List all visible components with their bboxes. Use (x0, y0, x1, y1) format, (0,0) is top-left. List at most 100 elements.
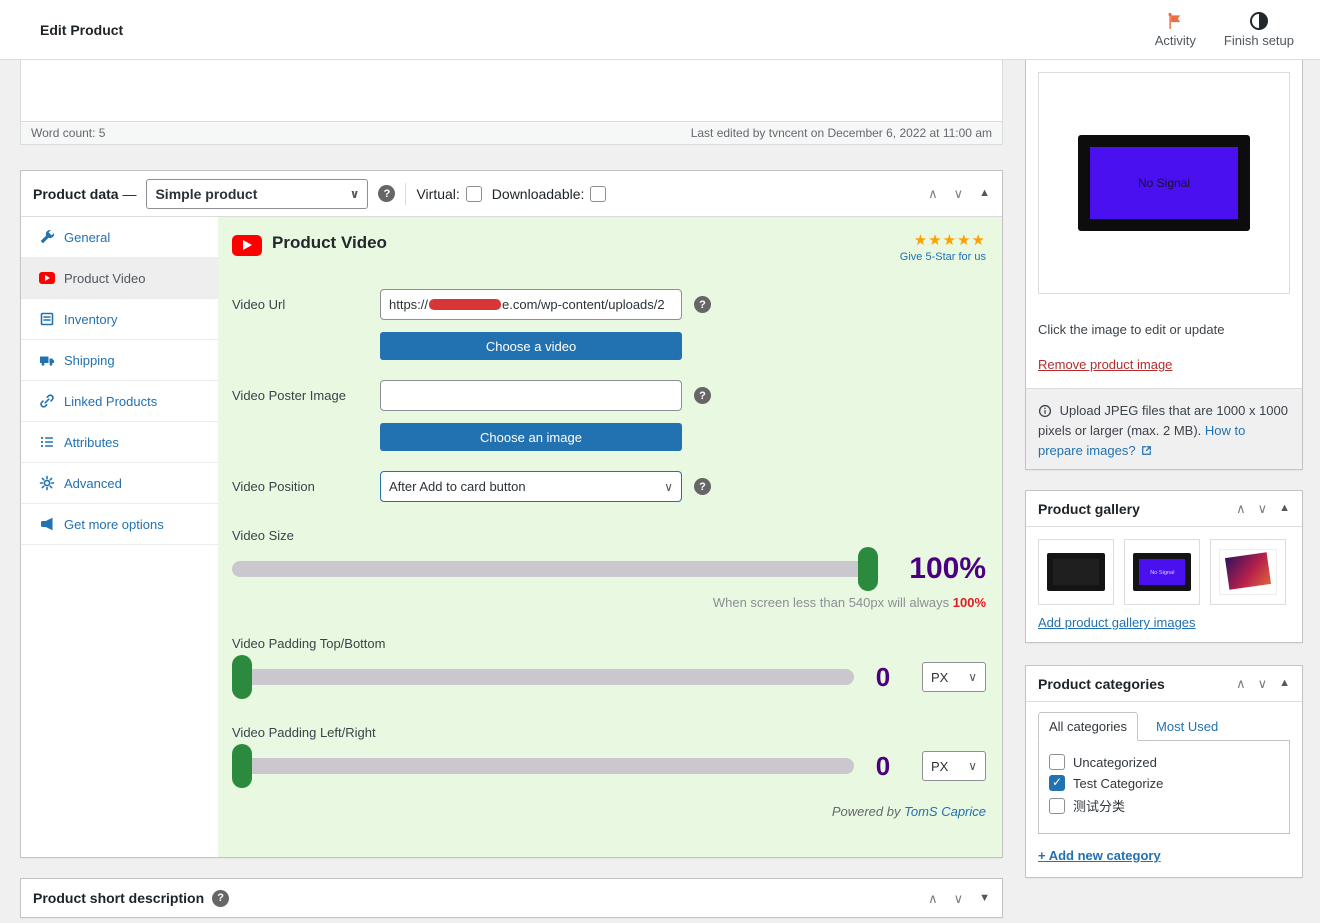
add-gallery-images-link[interactable]: Add product gallery images (1038, 615, 1196, 630)
tab-inventory[interactable]: Inventory (21, 299, 218, 340)
collapse-icon[interactable]: ▲ (979, 188, 990, 199)
main-column: Word count: 5 Last edited by tvncent on … (20, 60, 1003, 918)
word-count: Word count: 5 (31, 126, 106, 140)
topbar-actions: Activity Finish setup (1155, 11, 1294, 48)
gallery-thumbnails: No Signal (1038, 539, 1290, 605)
move-down-icon[interactable]: ∨ (1258, 502, 1268, 515)
category-item[interactable]: Test Categorize (1049, 775, 1279, 791)
size-note: When screen less than 540px will always … (712, 595, 986, 610)
choose-video-button[interactable]: Choose a video (380, 332, 682, 360)
no-signal-thumbnail: No Signal (1139, 559, 1185, 585)
activity-label: Activity (1154, 32, 1196, 48)
slider-track[interactable] (232, 669, 854, 685)
help-icon[interactable]: ? (694, 478, 711, 495)
slider-handle[interactable] (232, 655, 252, 699)
category-tabs: All categories Most Used (1038, 712, 1290, 741)
finish-setup-button[interactable]: Finish setup (1224, 11, 1294, 48)
wrench-icon (40, 229, 55, 244)
panel-controls: ∧ ∨ ▼ (928, 892, 990, 905)
rating-block: ★★★★★ Give 5-Star for us (900, 233, 986, 263)
category-checkbox[interactable] (1049, 754, 1065, 770)
category-checkbox[interactable] (1049, 797, 1065, 814)
product-data-dash: — (122, 185, 137, 202)
move-down-icon[interactable]: ∨ (954, 187, 964, 200)
help-icon[interactable]: ? (694, 387, 711, 404)
move-down-icon[interactable]: ∨ (954, 892, 964, 905)
product-image[interactable]: No Signal (1038, 72, 1290, 294)
upload-note: Upload JPEG files that are 1000 x 1000 p… (1026, 388, 1302, 469)
list-icon (40, 436, 53, 448)
virtual-checkbox[interactable] (465, 185, 482, 202)
tab-most-used[interactable]: Most Used (1152, 713, 1222, 740)
product-type-select[interactable]: Simple product ∨ (146, 178, 369, 209)
tab-all-categories[interactable]: All categories (1038, 712, 1139, 741)
help-icon[interactable]: ? (694, 296, 711, 313)
collapse-icon[interactable]: ▲ (1279, 678, 1290, 689)
product-gallery-title: Product gallery (1038, 500, 1140, 517)
product-data-panel: Product data — Simple product ∨ ? Virtua… (20, 170, 1003, 858)
slider-track[interactable] (232, 561, 878, 577)
padding-lr-unit-select[interactable]: PX ∨ (922, 751, 986, 781)
move-up-icon[interactable]: ∧ (928, 187, 938, 200)
tab-product-video[interactable]: Product Video (21, 258, 218, 299)
tab-linked-products[interactable]: Linked Products (21, 381, 218, 422)
tv-thumbnail (1047, 553, 1105, 591)
tab-advanced[interactable]: Advanced (21, 463, 218, 504)
category-item[interactable]: 测试分类 (1049, 796, 1279, 815)
no-signal-text: No Signal (1137, 176, 1191, 190)
padding-lr-slider[interactable] (232, 744, 854, 788)
product-data-body: General Product Video Inventory Shipping… (21, 217, 1002, 857)
padding-tb-unit-select[interactable]: PX ∨ (922, 662, 986, 692)
gallery-thumbnail[interactable] (1038, 539, 1114, 605)
editor-area[interactable]: Word count: 5 Last edited by tvncent on … (20, 60, 1003, 145)
video-size-slider[interactable] (232, 547, 878, 591)
add-new-category-link[interactable]: + Add new category (1038, 848, 1161, 863)
virtual-label: Virtual: (416, 185, 482, 202)
remove-product-image-link[interactable]: Remove product image (1038, 357, 1172, 372)
product-categories-title: Product categories (1038, 675, 1165, 692)
move-up-icon[interactable]: ∧ (1236, 502, 1246, 515)
give-five-star-link[interactable]: Give 5-Star for us (900, 251, 986, 263)
video-url-label: Video Url (232, 297, 286, 312)
activity-button[interactable]: Activity (1155, 12, 1196, 48)
tab-get-more-options[interactable]: Get more options (21, 504, 218, 545)
slider-track[interactable] (232, 758, 854, 774)
category-list[interactable]: Uncategorized Test Categorize 测试分类 (1038, 740, 1290, 834)
tab-attributes[interactable]: Attributes (21, 422, 218, 463)
choose-image-button[interactable]: Choose an image (380, 423, 682, 451)
toms-caprice-link[interactable]: TomS Caprice (904, 804, 986, 819)
slider-handle[interactable] (858, 547, 878, 591)
gallery-thumbnail[interactable] (1210, 539, 1286, 605)
video-position-select[interactable]: After Add to card button ∨ (380, 471, 682, 502)
collapse-icon[interactable]: ▲ (1279, 503, 1290, 514)
help-icon[interactable]: ? (378, 185, 396, 202)
move-up-icon[interactable]: ∧ (1236, 677, 1246, 690)
move-up-icon[interactable]: ∧ (928, 892, 938, 905)
product-data-tabs: General Product Video Inventory Shipping… (21, 217, 218, 857)
product-data-title-text: Product data (33, 185, 119, 202)
product-gallery-body: No Signal Add product gallery images (1026, 527, 1302, 642)
category-item[interactable]: Uncategorized (1049, 754, 1279, 770)
downloadable-label: Downloadable: (492, 185, 607, 202)
slider-handle[interactable] (232, 744, 252, 788)
contrast-icon (1249, 11, 1268, 30)
chevron-down-icon: ∨ (349, 186, 360, 201)
editor-status-bar: Word count: 5 Last edited by tvncent on … (21, 121, 1002, 144)
flag-icon (1166, 12, 1184, 30)
tab-shipping[interactable]: Shipping (21, 340, 218, 381)
video-url-row: Video Url https:// e.com/wp-content/uplo… (232, 289, 986, 320)
powered-by: Powered by TomS Caprice (831, 804, 986, 819)
downloadable-checkbox[interactable] (590, 185, 607, 202)
poster-image-input[interactable] (380, 380, 682, 411)
last-edited: Last edited by tvncent on December 6, 20… (690, 126, 992, 140)
tab-general[interactable]: General (21, 217, 218, 258)
collapse-icon[interactable]: ▼ (979, 892, 990, 904)
external-link-icon (1141, 445, 1152, 456)
youtube-play-icon (232, 235, 262, 256)
gallery-thumbnail[interactable]: No Signal (1124, 539, 1200, 605)
video-url-input[interactable]: https:// e.com/wp-content/uploads/2 (380, 289, 682, 320)
padding-tb-slider[interactable] (232, 655, 854, 699)
move-down-icon[interactable]: ∨ (1258, 677, 1268, 690)
help-icon[interactable]: ? (212, 889, 230, 907)
category-checkbox[interactable] (1049, 775, 1065, 791)
